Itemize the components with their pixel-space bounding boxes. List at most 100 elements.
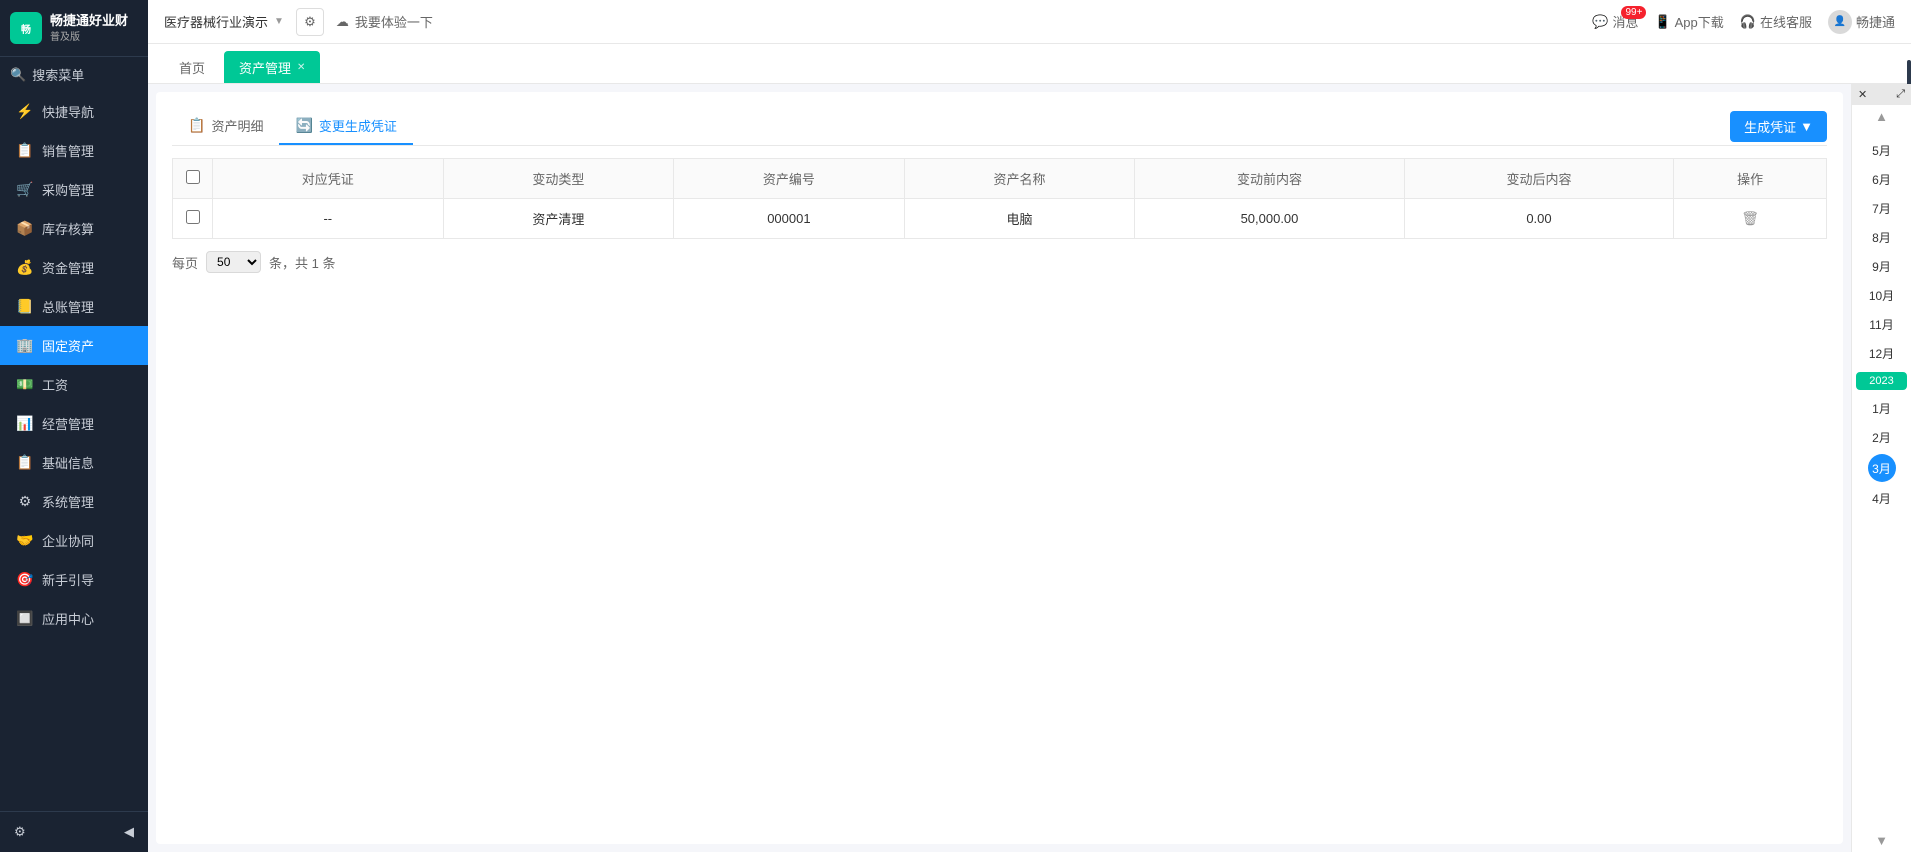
th-before-content: 变动前内容 <box>1135 159 1404 199</box>
year-current-badge[interactable]: 2023 <box>1856 372 1907 390</box>
tab-home[interactable]: 首页 <box>164 51 220 83</box>
company-settings-button[interactable]: ⚙ <box>296 8 324 36</box>
month-apr[interactable]: 4月 <box>1852 484 1911 513</box>
sidebar-item-ledger[interactable]: 📒 总账管理 <box>0 287 148 326</box>
app-subtitle: 普及版 <box>50 28 128 43</box>
sidebar-item-enterprise[interactable]: 🤝 企业协同 <box>0 521 148 560</box>
appstore-icon: 🔲 <box>16 610 34 627</box>
download-icon: 📱 <box>1654 14 1670 30</box>
guide-icon: 🎯 <box>16 571 34 588</box>
month-sep[interactable]: 9月 <box>1852 252 1911 281</box>
sidebar-item-fixed-assets[interactable]: 🏢 固定资产 <box>0 326 148 365</box>
th-voucher: 对应凭证 <box>213 159 444 199</box>
sidebar-item-ledger-label: 总账管理 <box>42 297 94 316</box>
select-all-checkbox[interactable] <box>186 170 200 184</box>
generate-voucher-button[interactable]: 生成凭证 ▼ <box>1730 111 1827 142</box>
content-area: 📋 资产明细 🔄 变更生成凭证 生成凭证 ▼ <box>148 84 1911 852</box>
year-prev-label <box>1852 128 1911 136</box>
change-voucher-icon: 🔄 <box>295 117 312 134</box>
sidebar-item-appstore-label: 应用中心 <box>42 609 94 628</box>
experience-button[interactable]: ☁ 我要体验一下 <box>336 12 433 31</box>
month-jan[interactable]: 1月 <box>1852 394 1911 423</box>
row-checkbox-cell <box>173 199 213 239</box>
messages-button[interactable]: 💬 消息 99+ <box>1592 12 1638 31</box>
service-icon: 🎧 <box>1740 14 1756 30</box>
topbar-right: 💬 消息 99+ 📱 App下载 🎧 在线客服 👤 畅捷通 <box>1592 10 1895 34</box>
table-row: -- 资产清理 000001 电脑 50,000.00 0.00 🗑 <box>173 199 1827 239</box>
close-panel-button[interactable]: ✕ <box>1858 88 1867 101</box>
generate-voucher-arrow: ▼ <box>1800 119 1813 134</box>
month-aug[interactable]: 8月 <box>1852 223 1911 252</box>
tab-close-icon[interactable]: ✕ <box>297 62 305 73</box>
sales-icon: 📋 <box>16 142 34 159</box>
sidebar-item-enterprise-label: 企业协同 <box>42 531 94 550</box>
sidebar-item-funds[interactable]: 💰 资金管理 <box>0 248 148 287</box>
payroll-icon: 💵 <box>16 376 34 393</box>
month-jul[interactable]: 7月 <box>1852 194 1911 223</box>
row-after-content: 0.00 <box>1404 199 1673 239</box>
sidebar-item-sales-label: 销售管理 <box>42 141 94 160</box>
row-checkbox[interactable] <box>186 210 200 224</box>
month-feb[interactable]: 2月 <box>1852 423 1911 452</box>
app-download-button[interactable]: 📱 App下载 <box>1654 12 1723 31</box>
sub-tab-change-voucher-label: 变更生成凭证 <box>319 116 397 135</box>
sidebar-item-base-label: 基础信息 <box>42 453 94 472</box>
row-operation-cell: 🗑 <box>1674 199 1827 239</box>
sub-tab-asset-list[interactable]: 📋 资产明细 <box>172 108 279 145</box>
sidebar-item-purchase[interactable]: 🛒 采购管理 <box>0 170 148 209</box>
company-selector[interactable]: 医疗器械行业演示 ▼ <box>164 12 284 31</box>
tab-asset-mgmt[interactable]: 资产管理 ✕ <box>224 51 320 83</box>
per-page-label: 每页 <box>172 253 198 272</box>
sidebar-item-purchase-label: 采购管理 <box>42 180 94 199</box>
sub-tab-change-voucher[interactable]: 🔄 变更生成凭证 <box>279 108 412 145</box>
sidebar-item-guide[interactable]: 🎯 新手引导 <box>0 560 148 599</box>
month-mar[interactable]: 3月 <box>1868 454 1896 482</box>
month-dec[interactable]: 12月 <box>1852 339 1911 368</box>
user-menu-button[interactable]: 👤 畅捷通 <box>1828 10 1895 34</box>
tabs-bar: 首页 资产管理 ✕ <box>148 44 1911 84</box>
right-panel-calendar: ✕ ⤢ ▲ 5月 6月 7月 8月 9月 10月 11月 12月 2023 1月… <box>1851 84 1911 852</box>
avatar: 👤 <box>1828 10 1852 34</box>
table-header-row: 对应凭证 变动类型 资产编号 资产名称 变动前内容 变动后内容 操作 <box>173 159 1827 199</box>
month-may[interactable]: 5月 <box>1852 136 1911 165</box>
sub-tab-asset-list-label: 资产明细 <box>211 116 263 135</box>
calendar-next-button[interactable]: ▼ <box>1852 829 1911 852</box>
customer-service-button[interactable]: 🎧 在线客服 <box>1740 12 1812 31</box>
row-before-content: 50,000.00 <box>1135 199 1404 239</box>
messages-icon: 💬 <box>1592 14 1608 30</box>
sidebar-item-system[interactable]: ⚙ 系统管理 <box>0 482 148 521</box>
month-jun[interactable]: 6月 <box>1852 165 1911 194</box>
delete-button[interactable]: 🗑 <box>1741 210 1759 226</box>
fixed-assets-icon: 🏢 <box>16 337 34 354</box>
month-oct[interactable]: 10月 <box>1852 281 1911 310</box>
app-logo: 畅 <box>10 12 42 44</box>
sub-tabs: 📋 资产明细 🔄 变更生成凭证 生成凭证 ▼ <box>172 108 1827 146</box>
asset-list-icon: 📋 <box>188 117 205 134</box>
cloud-icon: ☁ <box>336 14 349 30</box>
app-download-label: App下载 <box>1675 12 1724 31</box>
sidebar-item-quick-nav[interactable]: ⚡ 快捷导航 <box>0 92 148 131</box>
sidebar-item-sales[interactable]: 📋 销售管理 <box>0 131 148 170</box>
calendar-prev-button[interactable]: ▲ <box>1852 105 1911 128</box>
sidebar-item-appstore[interactable]: 🔲 应用中心 <box>0 599 148 638</box>
sidebar-item-payroll[interactable]: 💵 工资 <box>0 365 148 404</box>
customer-service-label: 在线客服 <box>1760 12 1812 31</box>
sidebar-item-base[interactable]: 📋 基础信息 <box>0 443 148 482</box>
row-asset-code[interactable]: 000001 <box>674 199 905 239</box>
expand-panel-button[interactable]: ⤢ <box>1896 88 1905 101</box>
month-nov[interactable]: 11月 <box>1852 310 1911 339</box>
generate-voucher-label: 生成凭证 <box>1744 117 1796 136</box>
search-menu-item[interactable]: 🔍 搜索菜单 <box>0 57 148 92</box>
collapse-button[interactable]: ◀ <box>120 820 138 844</box>
enterprise-icon: 🤝 <box>16 532 34 549</box>
per-page-select[interactable]: 50 10 20 100 <box>206 251 261 273</box>
search-menu-label: 搜索菜单 <box>32 65 84 84</box>
sidebar-item-operations[interactable]: 📊 经营管理 <box>0 404 148 443</box>
topbar: 医疗器械行业演示 ▼ ⚙ ☁ 我要体验一下 💬 消息 99+ 📱 App下载 🎧… <box>148 0 1911 44</box>
sidebar: 畅 畅捷通好业财 普及版 🔍 搜索菜单 ⚡ 快捷导航 📋 销售管理 🛒 采购管理… <box>0 0 148 852</box>
sidebar-item-inventory[interactable]: 📦 库存核算 <box>0 209 148 248</box>
total-text: 条，共 1 条 <box>269 253 335 272</box>
settings-button[interactable]: ⚙ <box>10 820 30 844</box>
change-voucher-table: 对应凭证 变动类型 资产编号 资产名称 变动前内容 变动后内容 操作 <box>172 158 1827 239</box>
ledger-icon: 📒 <box>16 298 34 315</box>
